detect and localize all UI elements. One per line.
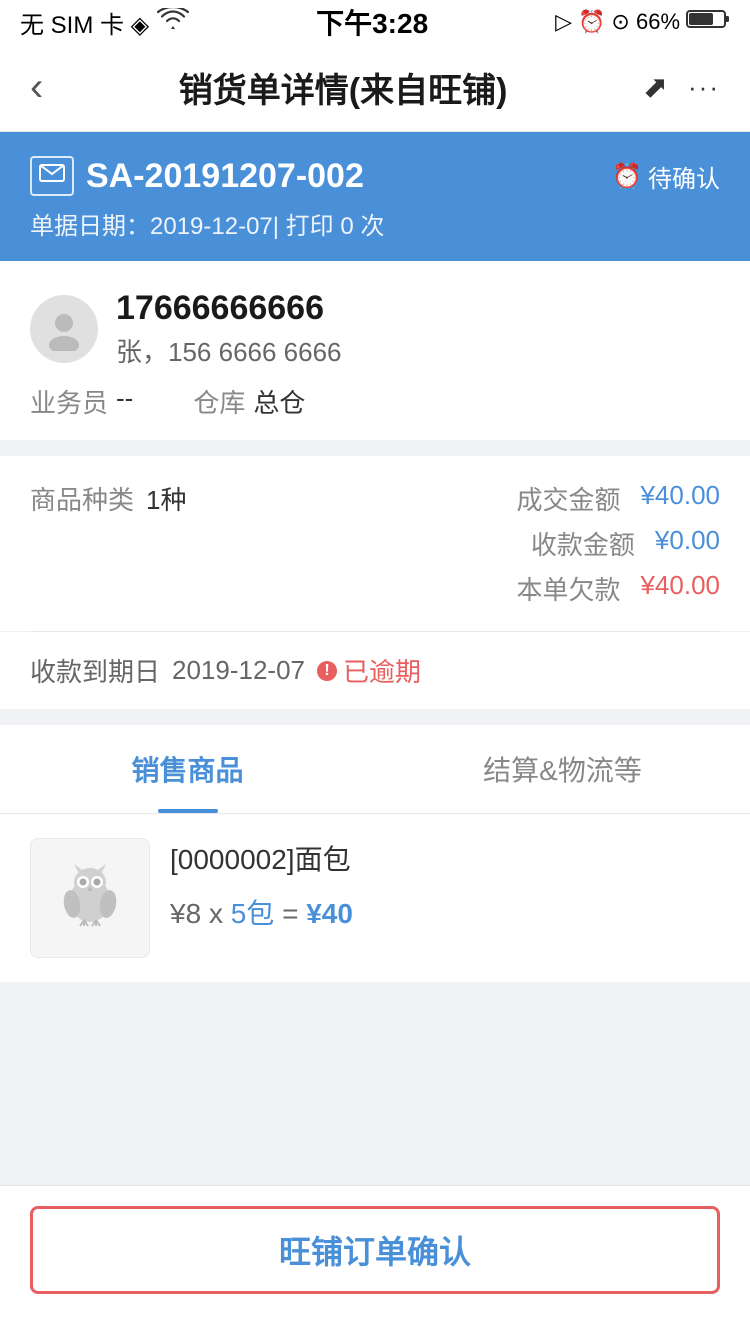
warehouse-meta: 仓库 总仓	[193, 383, 305, 420]
battery-label: ⊙ 66%	[611, 9, 680, 35]
warehouse-value: 总仓	[253, 383, 305, 420]
due-section: 收款到期日 2019-12-07 ! 已逾期	[0, 632, 750, 709]
price-value: ¥8	[170, 898, 201, 929]
confirm-order-button[interactable]: 旺铺订单确认	[30, 1206, 720, 1294]
customer-info: 17666666666 张，156 6666 6666	[116, 289, 342, 369]
salesperson-meta: 业务员 --	[30, 383, 133, 420]
summary-left: 商品种类 1种	[30, 480, 186, 517]
salesperson-label: 业务员	[30, 383, 108, 420]
customer-top: 17666666666 张，156 6666 6666	[30, 289, 720, 369]
order-id-text: SA-20191207-002	[86, 157, 364, 196]
multiply-sign: x	[209, 898, 223, 929]
customer-name: 张，156 6666 6666	[116, 332, 342, 369]
bottom-bar: 旺铺订单确认	[0, 1185, 750, 1334]
product-code: [0000002]	[170, 844, 295, 875]
status-left: 无 SIM 卡 ◈	[20, 5, 189, 40]
due-date-value: 2019-12-07	[172, 655, 305, 686]
order-date-row: 单据日期：2019-12-07| 打印 0 次	[30, 206, 720, 241]
overdue-text: 已逾期	[343, 652, 421, 689]
owed-value: ¥40.00	[640, 570, 720, 607]
summary-row: 商品种类 1种 成交金额 ¥40.00 收款金额 ¥0.00 本单欠款 ¥40.…	[30, 480, 720, 607]
order-status: ⏰ 待确认	[612, 159, 720, 194]
customer-meta: 业务员 -- 仓库 总仓	[30, 383, 720, 420]
status-clock-icon: ⏰	[612, 162, 642, 191]
quantity-value: 5包	[231, 898, 275, 929]
product-info: [0000002]面包 ¥8 x 5包 = ¥40	[170, 838, 720, 932]
tab-settlement-label: 结算&物流等	[483, 749, 642, 789]
order-header-top: SA-20191207-002 ⏰ 待确认	[30, 156, 720, 196]
status-time: 下午3:28	[316, 2, 428, 42]
type-count: 1种	[146, 480, 186, 517]
page-title: 销货单详情(来自旺铺)	[179, 63, 508, 112]
back-button[interactable]: ‹	[30, 65, 43, 110]
nav-right: ⬈ ···	[643, 70, 720, 105]
order-id-icon	[30, 156, 74, 196]
product-item: [0000002]面包 ¥8 x 5包 = ¥40	[30, 838, 720, 958]
share-button[interactable]: ⬈	[643, 70, 668, 105]
due-label: 收款到期日	[30, 652, 160, 689]
status-bar: 无 SIM 卡 ◈ 下午3:28 ▷ ⏰ ⊙ 66%	[0, 0, 750, 44]
status-text: 待确认	[648, 159, 720, 194]
order-id: SA-20191207-002	[30, 156, 364, 196]
received-value: ¥0.00	[655, 525, 720, 562]
status-right: ▷ ⏰ ⊙ 66%	[555, 8, 730, 36]
product-owl-icon	[50, 858, 130, 939]
amount-label: 成交金额	[516, 480, 620, 517]
product-name: [0000002]面包	[170, 838, 720, 878]
customer-phone: 17666666666	[116, 289, 342, 328]
overdue-icon: !	[317, 661, 337, 681]
tabs-section: 销售商品 结算&物流等	[0, 725, 750, 814]
print-info: | 打印 0 次	[273, 213, 385, 240]
divider-1	[0, 440, 750, 456]
product-title: 面包	[295, 844, 351, 875]
wifi-icon	[157, 8, 189, 37]
equals-sign: =	[282, 898, 298, 929]
tab-active-indicator	[158, 809, 218, 813]
nav-left: ‹	[30, 65, 43, 110]
nav-bar: ‹ 销货单详情(来自旺铺) ⬈ ···	[0, 44, 750, 132]
amount-value: ¥40.00	[640, 480, 720, 517]
divider-3	[0, 709, 750, 725]
date-label: 单据日期：	[30, 213, 150, 240]
tab-sales-label: 销售商品	[131, 749, 243, 789]
sim-label: 无 SIM 卡 ◈	[20, 5, 149, 40]
product-price: ¥8 x 5包 = ¥40	[170, 892, 720, 932]
alarm-icon: ⏰	[578, 9, 605, 35]
overdue-badge: ! 已逾期	[317, 652, 421, 689]
location-icon: ▷	[555, 9, 572, 35]
product-image	[30, 838, 150, 958]
salesperson-value: --	[116, 383, 133, 420]
product-section: [0000002]面包 ¥8 x 5包 = ¥40	[0, 814, 750, 982]
tab-sales-product[interactable]: 销售商品	[0, 725, 375, 813]
more-button[interactable]: ···	[688, 72, 720, 103]
battery-icon	[686, 8, 730, 36]
order-date-value: 2019-12-07	[150, 213, 273, 240]
summary-right: 成交金额 ¥40.00 收款金额 ¥0.00 本单欠款 ¥40.00	[516, 480, 720, 607]
tab-settlement[interactable]: 结算&物流等	[375, 725, 750, 813]
owed-label: 本单欠款	[516, 570, 620, 607]
type-label: 商品种类	[30, 480, 134, 517]
avatar	[30, 295, 98, 363]
amount-row: 成交金额 ¥40.00	[516, 480, 720, 517]
summary-section: 商品种类 1种 成交金额 ¥40.00 收款金额 ¥0.00 本单欠款 ¥40.…	[0, 456, 750, 631]
order-header-card: SA-20191207-002 ⏰ 待确认 单据日期：2019-12-07| 打…	[0, 132, 750, 261]
customer-section: 17666666666 张，156 6666 6666 业务员 -- 仓库 总仓	[0, 261, 750, 440]
received-row: 收款金额 ¥0.00	[531, 525, 720, 562]
warehouse-label: 仓库	[193, 383, 245, 420]
received-label: 收款金额	[531, 525, 635, 562]
owed-row: 本单欠款 ¥40.00	[516, 570, 720, 607]
total-value: ¥40	[306, 898, 353, 929]
